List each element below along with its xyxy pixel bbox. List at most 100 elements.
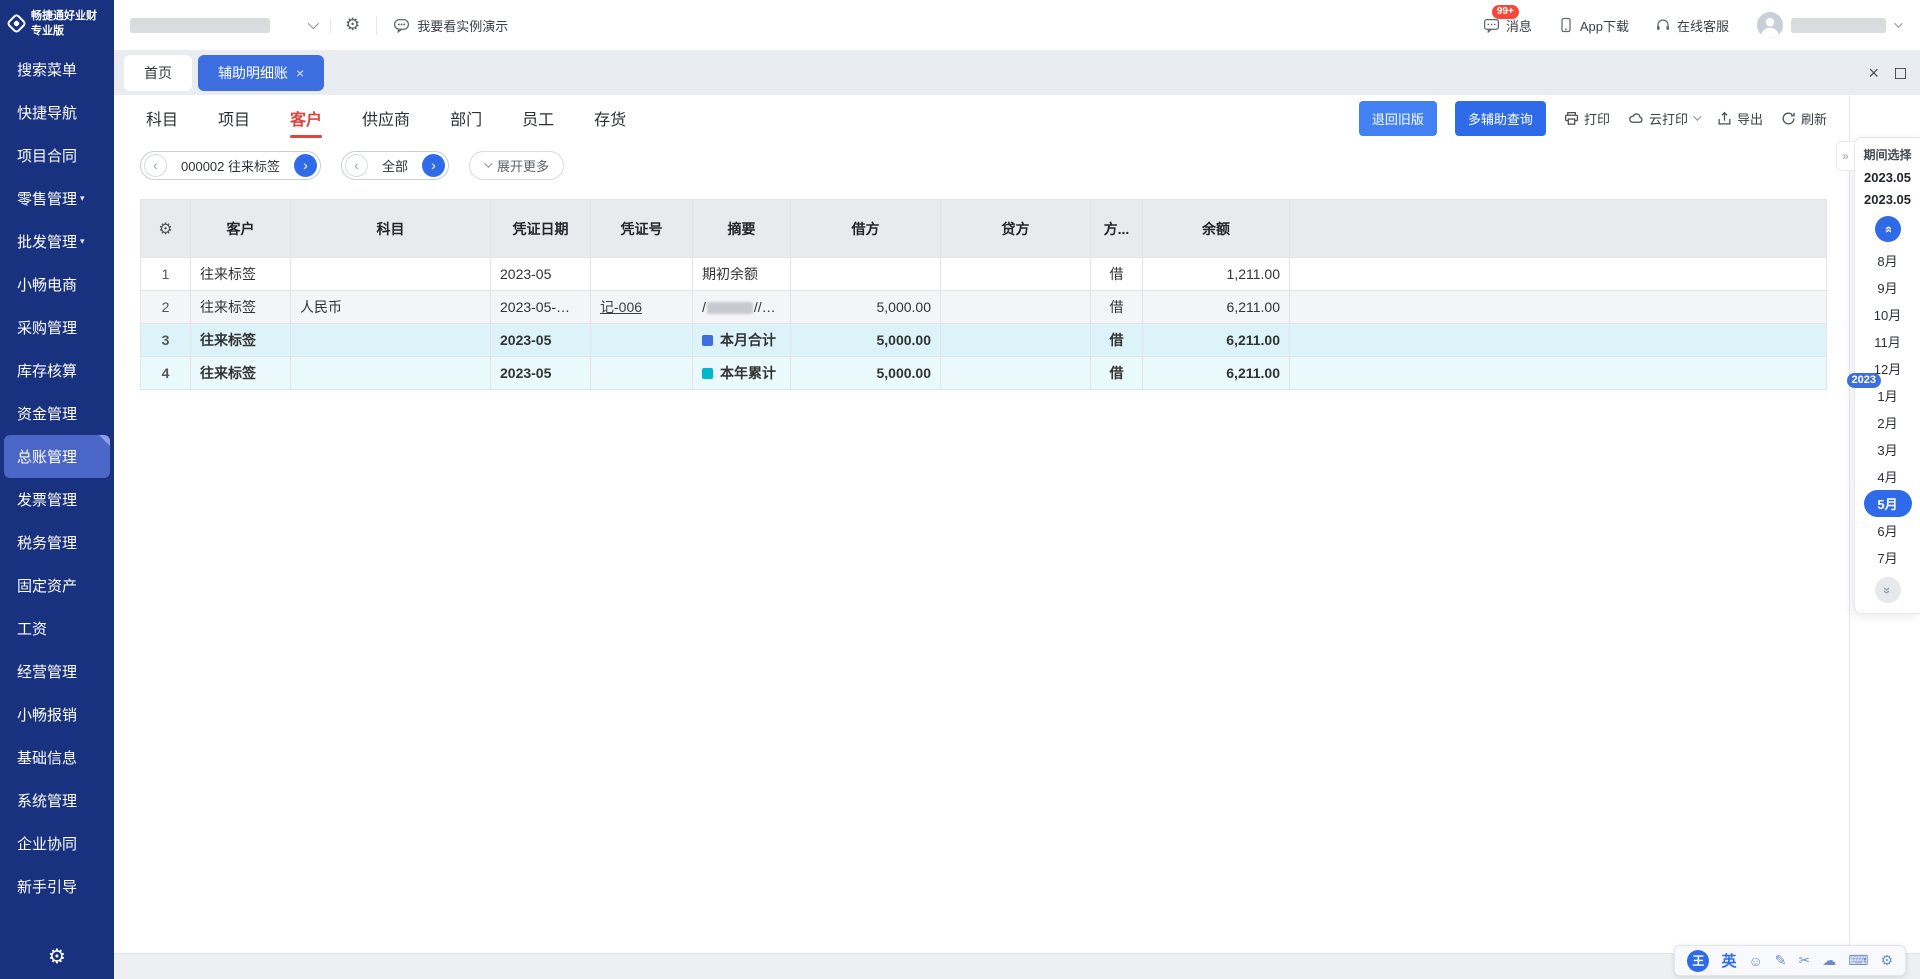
sidebar-item-label: 企业协同 [17,835,78,853]
sidebar-settings-gear-icon[interactable]: ⚙ [0,933,114,979]
subtab[interactable]: 员工 [520,96,556,140]
filter-row: ‹ 000002 往来标签 › ‹ 全部 › 展开更多 [114,141,1849,189]
table-row[interactable]: 1 往来标签 2023-05 期初余额 借 1,211.00 [140,257,1827,291]
summary-redacted [706,302,753,315]
subtab[interactable]: 部门 [448,96,484,140]
row-num: 2 [140,290,191,324]
voucher-link[interactable]: 记-006 [600,299,642,315]
period-to[interactable]: 2023.05 [1864,192,1911,207]
emoji-icon[interactable]: ☺ [1748,953,1762,969]
prev-item-icon[interactable]: ‹ [345,153,368,177]
month-option[interactable]: 3月 [1864,436,1912,463]
table-row[interactable]: 2 往来标签 人民币 2023-05-… 记-006 / //往来 5,000.0… [140,290,1827,324]
print-button[interactable]: 打印 [1564,109,1610,128]
aux-item-filter[interactable]: ‹ 000002 往来标签 › [140,150,321,180]
expand-more-button[interactable]: 展开更多 [469,150,565,180]
tab-home[interactable]: 首页 [124,55,192,91]
avatar [1757,12,1783,38]
month-option[interactable]: 5月 [1863,490,1912,517]
maximize-icon[interactable] [1895,67,1906,79]
scissors-icon[interactable]: ✂ [1798,952,1810,969]
column-settings-gear-icon[interactable]: ⚙ [140,199,191,258]
cell-summary: 本年累计 [692,356,791,390]
col-balance: 余额 [1142,199,1290,258]
month-label: 7月 [1877,551,1898,566]
sidebar-item[interactable]: 固定资产 [4,564,110,607]
subtab[interactable]: 客户 [288,96,324,140]
month-option[interactable]: 10月 [1864,301,1912,328]
messages-button[interactable]: 99+ 消息 [1483,4,1532,35]
month-option[interactable]: 2023 1月 [1846,373,1912,409]
sidebar-item-label: 库存核算 [17,362,78,380]
period-from[interactable]: 2023.05 [1864,170,1911,185]
month-option[interactable]: 6月 [1864,517,1912,544]
subtab[interactable]: 项目 [216,96,252,140]
scroll-months-up-icon[interactable]: » [1874,216,1901,242]
subtab[interactable]: 供应商 [360,96,412,140]
subtab[interactable]: 存货 [592,96,628,140]
sidebar-item[interactable]: 税务管理 [4,521,110,564]
sidebar-item[interactable]: 采购管理 [4,306,110,349]
cell-balance: 1,211.00 [1142,257,1290,291]
month-option[interactable]: 4月 [1864,463,1912,490]
sidebar-item[interactable]: 基础信息 [4,736,110,779]
pen-icon[interactable]: ✎ [1775,952,1787,969]
sidebar-item[interactable]: 小畅电商 [4,263,110,306]
table-row-year-total[interactable]: 4 往来标签 2023-05 本年累计 5,000.00 借 6,211.00 [140,356,1827,390]
table-row-month-total[interactable]: 3 往来标签 2023-05 本月合计 5,000.00 借 6,211.00 [140,323,1827,357]
subtab-row: 科目 项目 客户 供应商 部门 员工 存货 退回旧版 多辅助查询 打印 云打印 … [114,95,1849,141]
sidebar-item[interactable]: 发票管理 [4,478,110,521]
refresh-button[interactable]: 刷新 [1781,109,1827,128]
prev-item-icon[interactable]: ‹ [144,153,167,177]
sidebar-item[interactable]: 资金管理 [4,392,110,435]
scope-filter[interactable]: ‹ 全部 › [341,150,450,180]
subtab[interactable]: 科目 [144,96,180,140]
sidebar-item[interactable]: 搜索菜单 [4,48,110,91]
brand-name-line1: 畅捷通好业财 [31,10,97,22]
scroll-months-down-icon[interactable]: » [1874,577,1901,603]
sidebar-item[interactable]: 小畅报销 [4,693,110,736]
month-option[interactable]: 2月 [1864,409,1912,436]
tab-close-icon[interactable]: × [296,65,304,81]
sidebar-item[interactable]: 批发管理 [4,220,110,263]
ime-settings-gear-icon[interactable]: ⚙ [1880,952,1893,969]
cloud-icon[interactable]: ☁ [1822,952,1836,969]
back-to-old-version-button[interactable]: 退回旧版 [1358,100,1437,136]
sidebar-item[interactable]: 总账管理 [4,434,110,478]
ime-language-toggle[interactable]: 英 [1721,950,1736,971]
online-service-button[interactable]: 在线客服 [1655,16,1729,35]
month-list: 8月 9月 10月 11月 12月 2023 1月 2月 3月 4月 5月 6月… [1846,247,1912,571]
close-all-tabs-icon[interactable]: × [1868,63,1879,84]
sidebar-item[interactable]: 零售管理 [4,177,110,220]
cloud-print-button[interactable]: 云打印 [1628,109,1702,128]
ime-logo-icon[interactable]: 王 [1687,949,1710,972]
cell-debit: 5,000.00 [790,323,941,357]
next-item-icon[interactable]: › [294,153,317,177]
month-option[interactable]: 8月 [1864,247,1912,274]
org-selector-dropdown[interactable] [130,17,331,33]
user-menu[interactable] [1757,12,1903,38]
sidebar-item[interactable]: 系统管理 [4,779,110,822]
sidebar-item[interactable]: 快捷导航 [4,91,110,134]
next-item-icon[interactable]: › [422,153,446,177]
sidebar-item[interactable]: 经营管理 [4,650,110,693]
period-panel-collapse-icon[interactable]: » [1836,141,1854,171]
sidebar-item[interactable]: 项目合同 [4,134,110,177]
multi-aux-query-button[interactable]: 多辅助查询 [1454,100,1546,136]
sidebar-item[interactable]: 库存核算 [4,349,110,392]
month-option[interactable]: 7月 [1864,544,1912,571]
sidebar-item[interactable]: 工资 [4,607,110,650]
keyboard-icon[interactable]: ⌨ [1848,952,1868,969]
export-button[interactable]: 导出 [1717,109,1763,128]
year-badge: 2023 [1846,373,1881,388]
tab-auxiliary-ledger[interactable]: 辅助明细账 × [198,55,325,91]
sidebar-item[interactable]: 企业协同 [4,822,110,865]
col-credit: 贷方 [940,199,1091,258]
sidebar-item[interactable]: 新手引导 [4,865,110,908]
month-option[interactable]: 11月 [1864,328,1912,355]
chevron-down-icon [307,17,320,30]
settings-gear-icon[interactable]: ⚙ [345,15,360,35]
app-download-button[interactable]: App下载 [1558,16,1629,35]
demo-link[interactable]: 我要看实例演示 [376,15,508,35]
month-option[interactable]: 9月 [1864,274,1912,301]
